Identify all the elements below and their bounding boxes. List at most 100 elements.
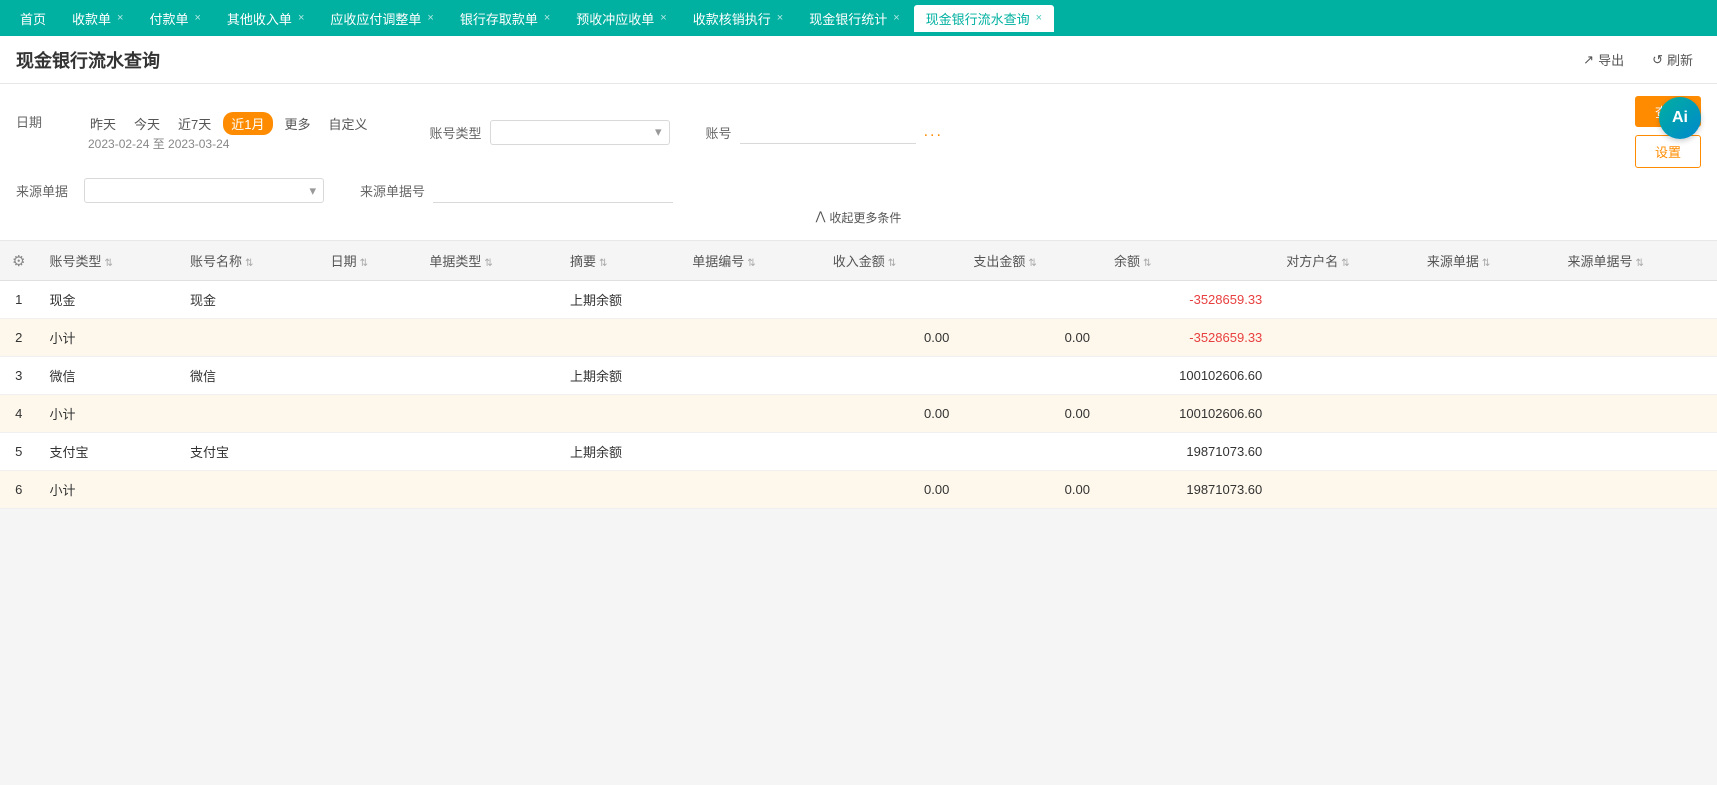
cell-counterpart (1274, 395, 1415, 433)
cell-expense: 0.00 (961, 319, 1102, 357)
data-table: ⚙账号类型⇅账号名称⇅日期⇅单据类型⇅摘要⇅单据编号⇅收入金额⇅支出金额⇅余额⇅… (0, 241, 1717, 509)
date-opt-近1月[interactable]: 近1月 (223, 112, 272, 135)
settings-button[interactable]: 设置 (1635, 135, 1701, 168)
cell-date (319, 319, 418, 357)
source-doc-number-input[interactable] (433, 179, 673, 203)
source-doc-filter: 来源单据 (16, 178, 324, 203)
export-label: 导出 (1598, 50, 1624, 69)
tab-close-icon[interactable]: × (777, 12, 783, 24)
cell-doc_type (417, 395, 558, 433)
cell-income (821, 281, 962, 319)
tab-close-icon[interactable]: × (893, 12, 899, 24)
refresh-button[interactable]: ↺ 刷新 (1644, 46, 1701, 73)
header-actions: ↗ 导出 ↺ 刷新 (1575, 46, 1701, 73)
nav-tab-收款单[interactable]: 收款单× (60, 5, 135, 32)
cell-source_doc_num (1555, 433, 1717, 471)
cell-income (821, 433, 962, 471)
table-row: 2小计0.000.00-3528659.33 (0, 319, 1717, 357)
nav-tab-现金银行流水查询[interactable]: 现金银行流水查询 × (914, 5, 1054, 32)
tab-close-icon[interactable]: × (117, 12, 123, 24)
cell-source_doc (1415, 281, 1556, 319)
nav-tab-收款核销执行[interactable]: 收款核销执行× (681, 5, 795, 32)
tab-label: 应收应付调整单 (330, 9, 421, 28)
nav-home[interactable]: 首页 (8, 5, 58, 32)
date-opt-自定义[interactable]: 自定义 (323, 112, 374, 135)
cell-account_type: 现金 (37, 281, 178, 319)
col-header-income: 收入金额⇅ (821, 241, 962, 281)
cell-counterpart (1274, 357, 1415, 395)
tab-close-icon[interactable]: × (544, 12, 550, 24)
cell-account_type: 小计 (37, 395, 178, 433)
account-type-label: 账号类型 (430, 123, 482, 142)
cell-account_type: 小计 (37, 471, 178, 509)
date-filter: 日期 昨天今天近7天近1月更多自定义 2023-02-24 至 2023-03-… (16, 112, 374, 152)
cell-income: 0.00 (821, 319, 962, 357)
tab-close-icon[interactable]: × (427, 12, 433, 24)
cell-account_name: 支付宝 (178, 433, 319, 471)
cell-account_name: 微信 (178, 357, 319, 395)
source-doc-label: 来源单据 (16, 181, 76, 200)
source-doc-select[interactable] (84, 178, 324, 203)
source-doc-number-filter: 来源单据号 (360, 179, 673, 203)
cell-balance: 100102606.60 (1102, 395, 1274, 433)
tab-close-icon[interactable]: × (1036, 12, 1042, 24)
cell-account_type: 支付宝 (37, 433, 178, 471)
cell-source_doc (1415, 433, 1556, 471)
cell-date (319, 395, 418, 433)
date-opt-近7天[interactable]: 近7天 (172, 112, 217, 135)
tab-close-icon[interactable]: × (194, 12, 200, 24)
cell-summary: 上期余额 (558, 281, 680, 319)
nav-tab-其他收入单[interactable]: 其他收入单× (215, 5, 316, 32)
cell-account_name (178, 319, 319, 357)
date-opt-更多[interactable]: 更多 (279, 112, 317, 135)
cell-doc_number (680, 281, 821, 319)
cell-settings: 6 (0, 471, 37, 509)
cell-date (319, 471, 418, 509)
col-header-summary: 摘要⇅ (558, 241, 680, 281)
cell-settings: 4 (0, 395, 37, 433)
gear-icon[interactable]: ⚙ (12, 253, 25, 270)
cell-settings: 2 (0, 319, 37, 357)
cell-counterpart (1274, 471, 1415, 509)
export-button[interactable]: ↗ 导出 (1575, 46, 1632, 73)
cell-doc_type (417, 281, 558, 319)
cell-expense: 0.00 (961, 471, 1102, 509)
tab-close-icon[interactable]: × (298, 12, 304, 24)
col-header-account_name: 账号名称⇅ (178, 241, 319, 281)
tab-label: 现金银行统计 (809, 9, 887, 28)
cell-doc_number (680, 433, 821, 471)
tab-label: 预收冲应收单 (576, 9, 654, 28)
cell-source_doc_num (1555, 281, 1717, 319)
cell-doc_type (417, 471, 558, 509)
cell-date (319, 357, 418, 395)
cell-source_doc (1415, 471, 1556, 509)
account-number-input[interactable] (740, 120, 916, 144)
refresh-icon: ↺ (1652, 52, 1663, 68)
account-number-dots[interactable]: ... (924, 123, 943, 141)
table-row: 5支付宝支付宝上期余额19871073.60 (0, 433, 1717, 471)
tab-close-icon[interactable]: × (660, 12, 666, 24)
cell-source_doc (1415, 395, 1556, 433)
tab-label: 银行存取款单 (460, 9, 538, 28)
nav-tab-预收冲应收单[interactable]: 预收冲应收单 × (564, 5, 678, 32)
cell-counterpart (1274, 433, 1415, 471)
account-number-filter: 账号 ... (706, 120, 943, 144)
ai-badge[interactable]: Ai (1659, 97, 1701, 139)
cell-source_doc_num (1555, 319, 1717, 357)
collapse-bar[interactable]: ⋀ 收起更多条件 (16, 203, 1701, 228)
cell-income: 0.00 (821, 395, 962, 433)
nav-tab-现金银行统计[interactable]: 现金银行统计 × (797, 5, 911, 32)
page-title: 现金银行流水查询 (16, 47, 160, 73)
tab-label: 现金银行流水查询 (926, 9, 1030, 28)
cell-expense (961, 433, 1102, 471)
nav-tab-银行存取款单[interactable]: 银行存取款单 × (448, 5, 562, 32)
table-row: 3微信微信上期余额100102606.60 (0, 357, 1717, 395)
cell-account_name (178, 471, 319, 509)
date-opt-昨天[interactable]: 昨天 (84, 112, 122, 135)
account-type-select[interactable] (490, 120, 670, 145)
nav-tab-付款单[interactable]: 付款单× (137, 5, 212, 32)
cell-doc_number (680, 357, 821, 395)
cell-source_doc_num (1555, 471, 1717, 509)
date-opt-今天[interactable]: 今天 (128, 112, 166, 135)
nav-tab-应收应付调整单[interactable]: 应收应付调整单 × (318, 5, 445, 32)
